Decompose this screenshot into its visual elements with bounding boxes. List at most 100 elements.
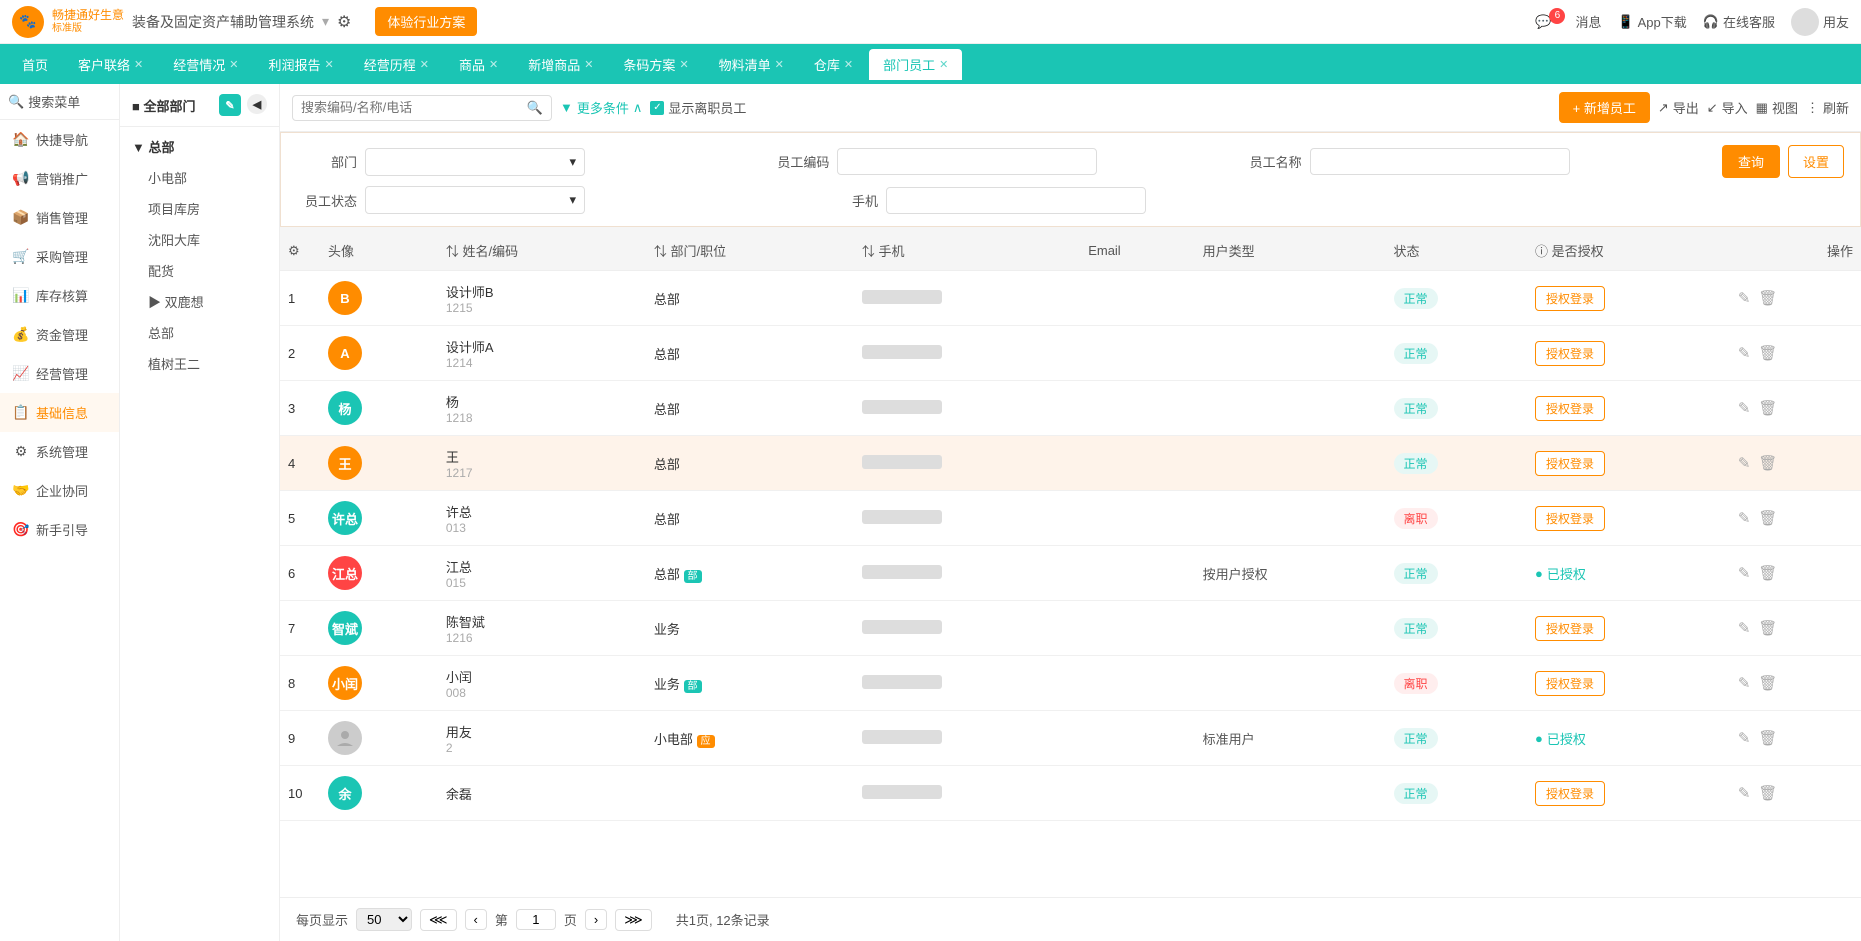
nav-tab-经营情况[interactable]: 经营情况 ✕ [159,49,252,80]
setting-btn[interactable]: 设置 [1788,145,1844,178]
close-tab-icon[interactable]: ✕ [775,58,784,71]
nav-tab-物料清单[interactable]: 物料清单 ✕ [705,49,798,80]
delete-icon[interactable]: 🗑 [1758,729,1777,747]
page-input[interactable] [516,909,556,930]
next-page-btn[interactable]: › [585,909,607,930]
col-settings[interactable]: ⚙ [280,231,320,271]
auth-btn[interactable]: 授权登录 [1535,781,1605,806]
sidebar-item-采购管理[interactable]: 🛒采购管理 [0,237,119,276]
nav-tab-经营历程[interactable]: 经营历程 ✕ [350,49,443,80]
delete-icon[interactable]: 🗑 [1758,674,1777,692]
edit-icon[interactable]: ✎ [1738,344,1751,362]
close-tab-icon[interactable]: ✕ [679,58,688,71]
nav-tab-客户联络[interactable]: 客户联络 ✕ [64,49,157,80]
dept-collapse-btn[interactable]: ◀ [247,94,267,114]
dept-node-peihuo[interactable]: 配货 [120,255,279,286]
phone-input[interactable] [886,187,1146,214]
dept-node-shuangluxiang[interactable]: ▶ 双鹿想 [120,286,279,317]
first-page-btn[interactable]: ⋘ [420,909,457,931]
delete-icon[interactable]: 🗑 [1758,619,1777,637]
col-name[interactable]: ⇅ 姓名/编码 [438,231,646,271]
dept-node-zongbu-parent[interactable]: ▼ 总部 [120,131,279,162]
dept-node-xiaodiaobu[interactable]: 小电部 [120,162,279,193]
col-phone[interactable]: ⇅ 手机 [854,231,1080,271]
edit-icon[interactable]: ✎ [1738,564,1751,582]
close-tab-icon[interactable]: ✕ [420,58,429,71]
last-page-btn[interactable]: ⋙ [615,909,652,931]
auth-btn[interactable]: 授权登录 [1535,671,1605,696]
sidebar-item-企业协同[interactable]: 🤝企业协同 [0,471,119,510]
dept-node-zongbu-child[interactable]: 总部 [120,317,279,348]
employee-code-input[interactable] [837,148,1097,175]
edit-dept-icon[interactable]: ✎ [219,94,241,116]
page-size-select[interactable]: 50 100 [356,908,412,931]
nav-tab-利润报告[interactable]: 利润报告 ✕ [254,49,347,80]
sidebar-item-快捷导航[interactable]: 🏠快捷导航 [0,120,119,159]
close-tab-icon[interactable]: ✕ [489,58,498,71]
dept-node-shenyangdaku[interactable]: 沈阳大库 [120,224,279,255]
sidebar-item-经营管理[interactable]: 📈经营管理 [0,354,119,393]
close-tab-icon[interactable]: ✕ [229,58,238,71]
edit-icon[interactable]: ✎ [1738,289,1751,307]
status-select[interactable]: ▾ [365,186,585,214]
more-btn[interactable]: ⋮ 刷新 [1806,98,1849,117]
close-tab-icon[interactable]: ✕ [134,58,143,71]
close-tab-icon[interactable]: ✕ [844,58,853,71]
close-tab-icon[interactable]: ✕ [939,58,948,71]
export-btn[interactable]: ↗ 导出 [1658,98,1699,117]
edit-icon[interactable]: ✎ [1738,509,1751,527]
nav-tab-条码方案[interactable]: 条码方案 ✕ [609,49,702,80]
close-tab-icon[interactable]: ✕ [584,58,593,71]
experience-btn[interactable]: 体验行业方案 [375,7,477,36]
edit-icon[interactable]: ✎ [1738,399,1751,417]
sidebar-item-新手引导[interactable]: 🎯新手引导 [0,510,119,549]
search-box[interactable]: 🔍 [292,95,552,121]
nav-tab-部门员工[interactable]: 部门员工 ✕ [869,49,962,80]
filter-btn[interactable]: ▼ 更多条件 ∧ [560,98,642,117]
edit-icon[interactable]: ✎ [1738,619,1751,637]
auth-btn[interactable]: 授权登录 [1535,451,1605,476]
delete-icon[interactable]: 🗑 [1758,289,1777,307]
import-btn[interactable]: ↙ 导入 [1707,98,1748,117]
col-dept[interactable]: ⇅ 部门/职位 [646,231,854,271]
nav-tab-商品[interactable]: 商品 ✕ [445,49,512,80]
sidebar-search[interactable]: 🔍搜索菜单 [0,84,119,120]
message-btn[interactable]: 💬 6 消息 [1535,12,1601,31]
online-support-btn[interactable]: 🎧 在线客服 [1703,12,1775,31]
edit-icon[interactable]: ✎ [1738,454,1751,472]
close-tab-icon[interactable]: ✕ [325,58,334,71]
edit-icon[interactable]: ✎ [1738,674,1751,692]
search-input[interactable] [301,100,523,115]
delete-icon[interactable]: 🗑 [1758,454,1777,472]
dropdown-arrow-icon[interactable]: ▾ [322,13,329,30]
app-download-btn[interactable]: 📱 App下载 [1617,12,1686,31]
delete-icon[interactable]: 🗑 [1758,564,1777,582]
auth-btn[interactable]: 授权登录 [1535,396,1605,421]
view-btn[interactable]: ▦ 视图 [1756,98,1798,117]
delete-icon[interactable]: 🗑 [1758,344,1777,362]
dept-select[interactable]: ▾ [365,148,585,176]
auth-btn[interactable]: 授权登录 [1535,616,1605,641]
gear-icon[interactable]: ⚙ [337,12,351,32]
sidebar-item-库存核算[interactable]: 📊库存核算 [0,276,119,315]
edit-icon[interactable]: ✎ [1738,784,1751,802]
nav-tab-仓库[interactable]: 仓库 ✕ [800,49,867,80]
dept-node-xiangmukufang[interactable]: 项目库房 [120,193,279,224]
sidebar-item-资金管理[interactable]: 💰资金管理 [0,315,119,354]
auth-btn[interactable]: 授权登录 [1535,506,1605,531]
nav-tab-新增商品[interactable]: 新增商品 ✕ [514,49,607,80]
sidebar-item-营销推广[interactable]: 📢营销推广 [0,159,119,198]
user-menu[interactable]: 用友 [1791,8,1849,36]
delete-icon[interactable]: 🗑 [1758,399,1777,417]
sidebar-item-销售管理[interactable]: 📦销售管理 [0,198,119,237]
dept-node-zhishuwanger[interactable]: 植树王二 [120,348,279,379]
show-resigned-checkbox[interactable]: ✓ 显示离职员工 [650,98,746,117]
edit-icon[interactable]: ✎ [1738,729,1751,747]
delete-icon[interactable]: 🗑 [1758,509,1777,527]
auth-btn[interactable]: 授权登录 [1535,286,1605,311]
employee-name-input[interactable] [1310,148,1570,175]
delete-icon[interactable]: 🗑 [1758,784,1777,802]
prev-page-btn[interactable]: ‹ [465,909,487,930]
nav-tab-首页[interactable]: 首页 [8,49,62,80]
sidebar-item-基础信息[interactable]: 📋基础信息 [0,393,119,432]
